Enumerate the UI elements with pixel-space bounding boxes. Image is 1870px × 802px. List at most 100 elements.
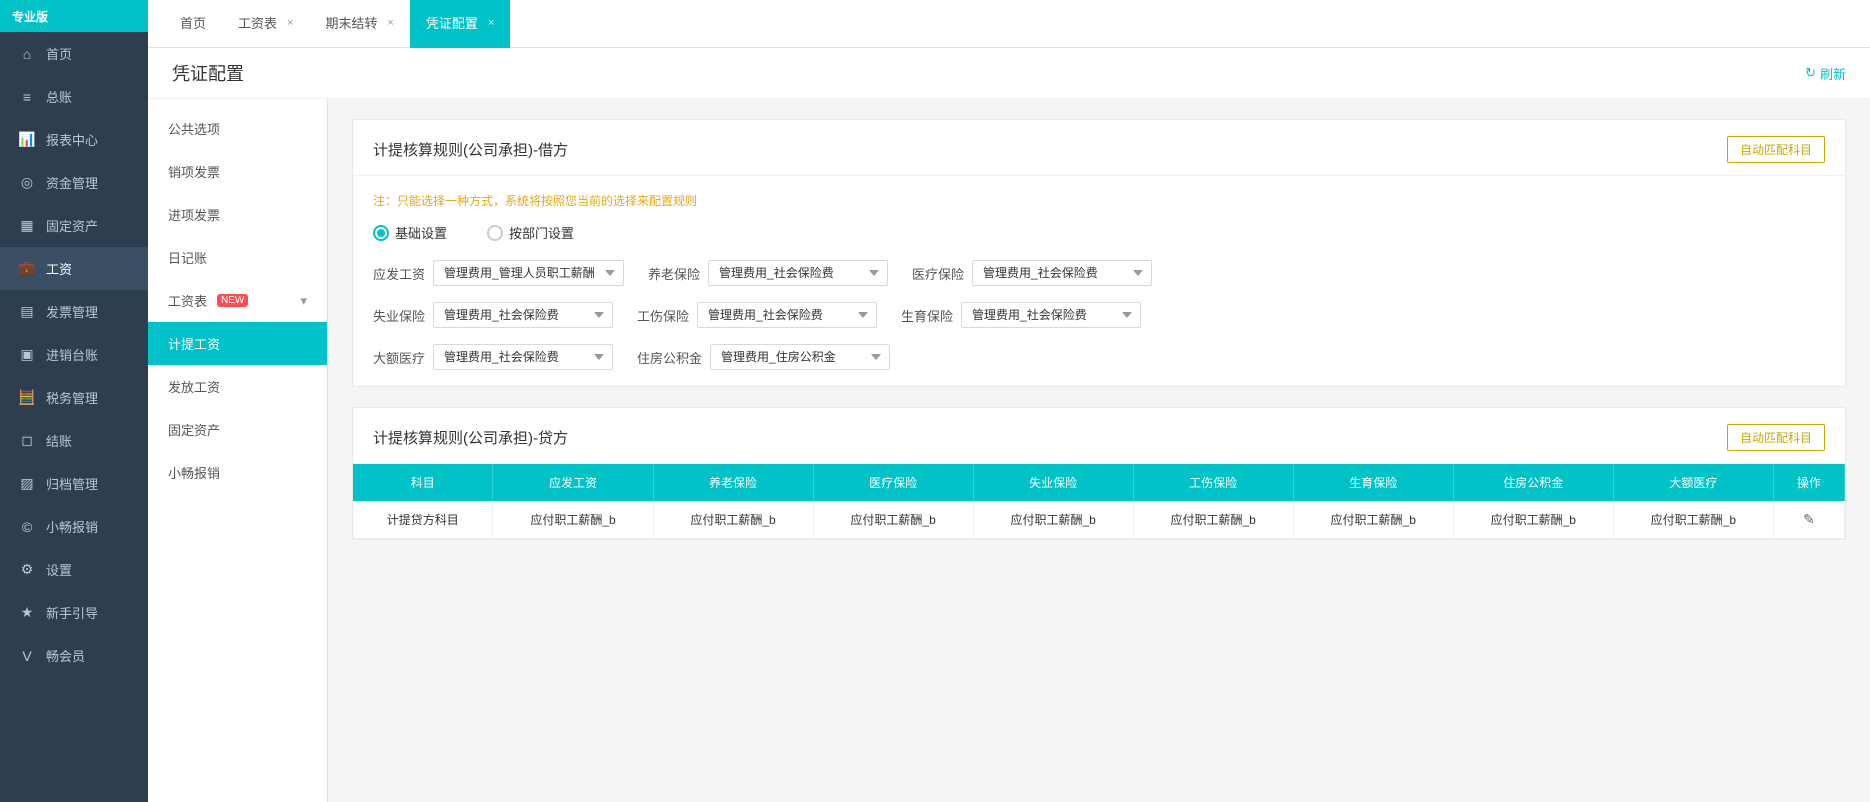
td-pension: 应付职工薪酬_b <box>653 501 813 539</box>
pension-label: 养老保险 <box>648 264 700 283</box>
assets-icon: ▦ <box>18 217 36 234</box>
nav-item-fixed-assets[interactable]: 固定资产 <box>148 408 327 451</box>
tab-home-label: 首页 <box>180 13 206 32</box>
nav-item-accrual-salary[interactable]: 计提工资 <box>148 322 327 365</box>
field-pension: 养老保险 管理费用_社会保险费 <box>648 260 888 286</box>
secondary-nav: 公共选项 销项发票 进项发票 日记账 工资表 NEW ▾ 计提工资 发放工资 <box>148 99 328 802</box>
sidebar-label-ledger: 总账 <box>46 87 72 106</box>
sidebar-item-inventory[interactable]: ▣ 进销台账 <box>0 333 148 376</box>
nav-item-salary-table[interactable]: 工资表 NEW ▾ <box>148 279 327 322</box>
nav-item-public-options[interactable]: 公共选项 <box>148 107 327 150</box>
sidebar-item-xiaochang[interactable]: © 小畅报销 <box>0 505 148 548</box>
housing-select[interactable]: 管理费用_住房公积金 <box>710 344 890 370</box>
pension-select[interactable]: 管理费用_社会保险费 <box>708 260 888 286</box>
sidebar-item-reports[interactable]: 📊 报表中心 <box>0 118 148 161</box>
sidebar-item-tax[interactable]: 🧮 税务管理 <box>0 376 148 419</box>
tab-voucher-close[interactable]: × <box>488 17 494 29</box>
th-subject: 科目 <box>353 464 493 501</box>
salary-select[interactable]: 管理费用_管理人员职工薪酬 <box>433 260 624 286</box>
sidebar-item-assets[interactable]: ▦ 固定资产 <box>0 204 148 247</box>
radio-basic-label: 基础设置 <box>395 223 447 242</box>
td-large-medical: 应付职工薪酬_b <box>1613 501 1773 539</box>
field-housing: 住房公积金 管理费用_住房公积金 <box>637 344 890 370</box>
th-unemployment: 失业保险 <box>973 464 1133 501</box>
member-icon: V <box>18 648 36 664</box>
unemployment-label: 失业保险 <box>373 306 425 325</box>
salary-label: 应发工资 <box>373 264 425 283</box>
th-action: 操作 <box>1773 464 1844 501</box>
debit-section: 计提核算规则(公司承担)-借方 自动匹配科目 注：只能选择一种方式，系统将按照您… <box>352 119 1846 387</box>
housing-label: 住房公积金 <box>637 348 702 367</box>
th-housing: 住房公积金 <box>1453 464 1613 501</box>
sidebar-item-close[interactable]: ◻ 结账 <box>0 419 148 462</box>
field-medical: 医疗保险 管理费用_社会保险费 <box>912 260 1152 286</box>
refresh-label: 刷新 <box>1820 64 1846 83</box>
nav-item-cancel-invoice[interactable]: 销项发票 <box>148 150 327 193</box>
page-title: 凭证配置 <box>172 60 244 86</box>
sidebar-label-close: 结账 <box>46 431 72 450</box>
medical-select[interactable]: 管理费用_社会保险费 <box>972 260 1152 286</box>
new-badge: NEW <box>217 294 248 307</box>
tax-icon: 🧮 <box>18 389 36 406</box>
nav-item-input-invoice[interactable]: 进项发票 <box>148 193 327 236</box>
radio-department-setting[interactable]: 按部门设置 <box>487 223 574 242</box>
sidebar-label-guide: 新手引导 <box>46 603 98 622</box>
sidebar-label-tax: 税务管理 <box>46 388 98 407</box>
credit-auto-match-button[interactable]: 自动匹配科目 <box>1727 424 1825 451</box>
th-medical: 医疗保险 <box>813 464 973 501</box>
debit-form-row-3: 大额医疗 管理费用_社会保险费 住房公积金 管理费用_住房公积金 <box>373 344 1825 370</box>
tab-period-close[interactable]: 期末结转 × <box>309 0 409 48</box>
radio-basic-setting[interactable]: 基础设置 <box>373 223 447 242</box>
td-salary: 应付职工薪酬_b <box>493 501 653 539</box>
sidebar-item-invoice[interactable]: ▤ 发票管理 <box>0 290 148 333</box>
unemployment-select[interactable]: 管理费用_社会保险费 <box>433 302 613 328</box>
xiaochang-icon: © <box>18 519 36 535</box>
sidebar-item-guide[interactable]: ★ 新手引导 <box>0 591 148 634</box>
page-header: 凭证配置 ↻ 刷新 <box>148 48 1870 99</box>
debit-auto-match-button[interactable]: 自动匹配科目 <box>1727 136 1825 163</box>
sidebar-label-funds: 资金管理 <box>46 173 98 192</box>
debit-form-rows: 应发工资 管理费用_管理人员职工薪酬 养老保险 管理费用_社会保险费 <box>373 260 1825 370</box>
tab-period-close-btn[interactable]: × <box>387 17 393 29</box>
invoice-icon: ▤ <box>18 303 36 320</box>
sidebar-item-home[interactable]: ⌂ 首页 <box>0 32 148 75</box>
sidebar-item-salary[interactable]: 💼 工资 <box>0 247 148 290</box>
refresh-icon: ↻ <box>1805 65 1816 81</box>
sidebar-label-inventory: 进销台账 <box>46 345 98 364</box>
tab-salary-table[interactable]: 工资表 × <box>222 0 309 48</box>
edit-icon[interactable]: ✎ <box>1803 511 1815 527</box>
archive-icon: ▨ <box>18 475 36 492</box>
tab-salary-close[interactable]: × <box>287 17 293 29</box>
sidebar-item-member[interactable]: V 畅会员 <box>0 634 148 677</box>
refresh-button[interactable]: ↻ 刷新 <box>1805 64 1846 83</box>
tab-voucher-config[interactable]: 凭证配置 × <box>410 0 510 48</box>
td-unemployment: 应付职工薪酬_b <box>973 501 1133 539</box>
medical-label: 医疗保险 <box>912 264 964 283</box>
nav-item-journal[interactable]: 日记账 <box>148 236 327 279</box>
debit-section-body: 注：只能选择一种方式，系统将按照您当前的选择来配置规则 基础设置 按部门设置 <box>353 176 1845 386</box>
main-area: 首页 工资表 × 期末结转 × 凭证配置 × 凭证配置 ↻ 刷新 公共选项 <box>148 0 1870 802</box>
nav-item-xiaochang-expense[interactable]: 小畅报销 <box>148 451 327 494</box>
injury-select[interactable]: 管理费用_社会保险费 <box>697 302 877 328</box>
field-large-medical: 大额医疗 管理费用_社会保险费 <box>373 344 613 370</box>
debit-warning: 注：只能选择一种方式，系统将按照您当前的选择来配置规则 <box>373 192 1825 209</box>
credit-section-title: 计提核算规则(公司承担)-贷方 <box>373 427 568 448</box>
injury-label: 工伤保险 <box>637 306 689 325</box>
th-large-medical: 大额医疗 <box>1613 464 1773 501</box>
td-injury: 应付职工薪酬_b <box>1133 501 1293 539</box>
sidebar-item-archive[interactable]: ▨ 归档管理 <box>0 462 148 505</box>
sidebar-label-member: 畅会员 <box>46 646 85 665</box>
sidebar-item-settings[interactable]: ⚙ 设置 <box>0 548 148 591</box>
settings-icon: ⚙ <box>18 561 36 578</box>
debit-form-row-2: 失业保险 管理费用_社会保险费 工伤保险 管理费用_社会保险费 <box>373 302 1825 328</box>
large-medical-select[interactable]: 管理费用_社会保险费 <box>433 344 613 370</box>
salary-icon: 💼 <box>18 260 36 277</box>
guide-icon: ★ <box>18 604 36 621</box>
maternity-select[interactable]: 管理费用_社会保险费 <box>961 302 1141 328</box>
td-action[interactable]: ✎ <box>1773 501 1844 539</box>
nav-item-pay-salary[interactable]: 发放工资 <box>148 365 327 408</box>
field-injury: 工伤保险 管理费用_社会保险费 <box>637 302 877 328</box>
sidebar-item-funds[interactable]: ◎ 资金管理 <box>0 161 148 204</box>
sidebar-item-ledger[interactable]: ≡ 总账 <box>0 75 148 118</box>
tab-home[interactable]: 首页 <box>164 0 222 48</box>
